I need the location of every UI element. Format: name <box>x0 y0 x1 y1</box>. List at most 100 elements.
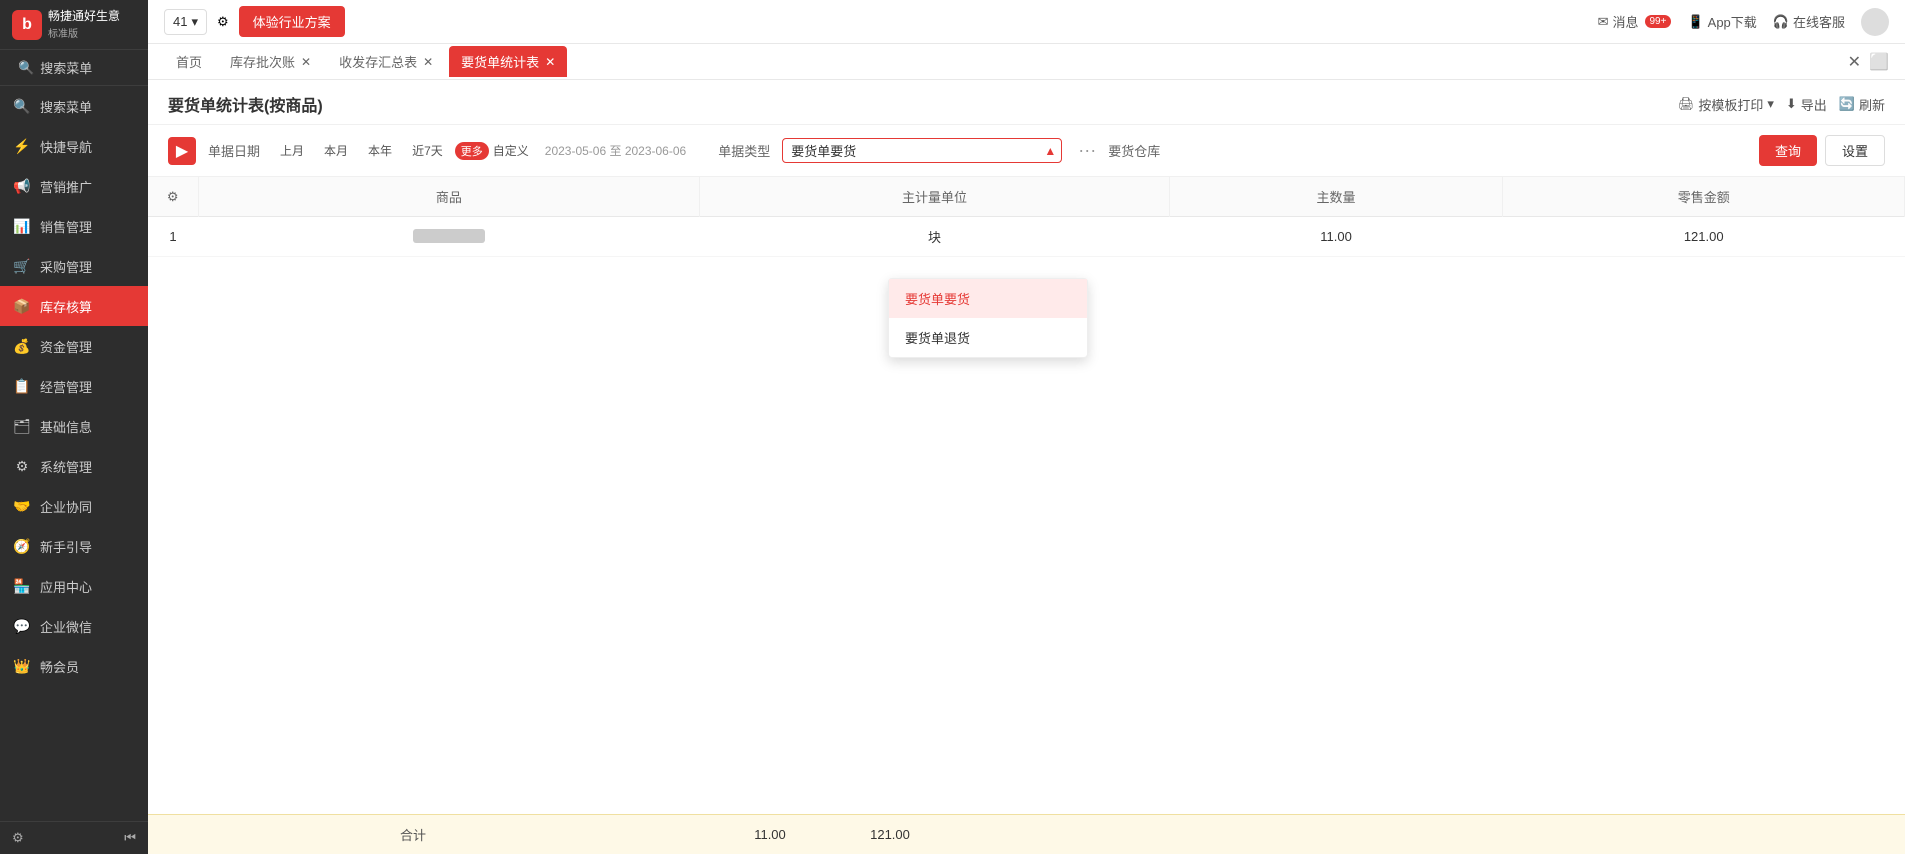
footer-total-label: 合计 <box>360 825 580 844</box>
table-settings-icon[interactable]: ⚙ <box>167 189 179 204</box>
query-button[interactable]: 查询 <box>1759 135 1817 166</box>
topbar-right: ✉ 消息 99+ 📱 App下载 🎧 在线客服 <box>1598 8 1889 36</box>
sidebar-item-appstore[interactable]: 🏪 应用中心 <box>0 566 148 606</box>
sidebar-item-label-quicknav: 快捷导航 <box>40 137 92 156</box>
cell-quantity: 11.00 <box>1169 217 1503 257</box>
tab-order_stats[interactable]: 要货单统计表✕ <box>449 46 567 77</box>
last-month-button[interactable]: 上月 <box>272 139 312 162</box>
app-download-label: App下载 <box>1708 12 1757 31</box>
type-filter-label: 单据类型 <box>718 141 770 160</box>
date-more-badge[interactable]: 更多 <box>455 142 489 160</box>
tab-close-all-icon[interactable]: ✕ <box>1848 52 1861 72</box>
tab-maximize-icon[interactable]: ⬜ <box>1869 52 1889 72</box>
enterprise-icon: 🤝 <box>12 496 32 516</box>
sidebar-item-basic[interactable]: 🗂 基础信息 <box>0 406 148 446</box>
custom-date-button[interactable]: 自定义 <box>493 142 529 159</box>
collapse-icon[interactable]: ⏮ <box>124 830 136 846</box>
page-title: 要货单统计表(按商品) <box>168 92 323 116</box>
topbar-settings-icon[interactable]: ⚙ <box>217 14 229 30</box>
sidebar-item-search[interactable]: 🔍 搜索菜单 <box>0 86 148 126</box>
refresh-label: 刷新 <box>1859 95 1885 114</box>
filter-actions: 查询 设置 <box>1759 135 1885 166</box>
sidebar-item-system[interactable]: ⚙ 系统管理 <box>0 446 148 486</box>
filter-more-button[interactable]: ··· <box>1078 140 1096 161</box>
messages-notification[interactable]: ✉ 消息 99+ <box>1598 12 1672 31</box>
this-year-button[interactable]: 本年 <box>360 139 400 162</box>
phone-icon: 📱 <box>1687 14 1703 30</box>
tab-batch[interactable]: 库存批次账 ✕ <box>218 46 323 77</box>
cell-unit: 块 <box>700 217 1169 257</box>
user-avatar[interactable] <box>1861 8 1889 36</box>
sidebar-bottom: ⚙ ⏮ <box>0 821 148 854</box>
messages-icon: ✉ <box>1598 14 1609 30</box>
col-settings[interactable]: ⚙ <box>148 177 198 217</box>
date-display: 2023-05-06 至 2023-06-06 <box>545 142 686 159</box>
settings-icon[interactable]: ⚙ <box>12 830 24 846</box>
sidebar-item-label-inventory: 库存核算 <box>40 297 92 316</box>
logo-sub: 标准版 <box>48 25 120 40</box>
this-month-button[interactable]: 本月 <box>316 139 356 162</box>
sidebar-item-label-enterprise: 企业协同 <box>40 497 92 516</box>
page-header: 要货单统计表(按商品) 🖨 按模板打印 ▾ ⬇ 导出 🔄 刷新 <box>148 80 1905 125</box>
sidebar-search[interactable]: 🔍 搜索菜单 <box>0 50 148 86</box>
topbar-dropdown-num: 41 <box>173 14 187 29</box>
sidebar-item-label-search: 搜索菜单 <box>40 97 92 116</box>
basic-icon: 🗂 <box>12 416 32 436</box>
operation-icon: 📋 <box>12 376 32 396</box>
app-download[interactable]: 📱 App下载 <box>1687 12 1756 31</box>
page-content: 要货单统计表(按商品) 🖨 按模板打印 ▾ ⬇ 导出 🔄 刷新 ▶ <box>148 80 1905 854</box>
trial-button[interactable]: 体验行业方案 <box>239 6 345 37</box>
sidebar-item-sales[interactable]: 📊 销售管理 <box>0 206 148 246</box>
tab-close-batch[interactable]: ✕ <box>301 55 311 69</box>
sidebar-item-member[interactable]: 👑 畅会员 <box>0 646 148 686</box>
sidebar-item-finance[interactable]: 💰 资金管理 <box>0 326 148 366</box>
sidebar-item-inventory[interactable]: 📦 库存核算 <box>0 286 148 326</box>
sidebar-item-operation[interactable]: 📋 经营管理 <box>0 366 148 406</box>
sidebar-item-wechat[interactable]: 💬 企业微信 <box>0 606 148 646</box>
sidebar-item-purchase[interactable]: 🛒 采购管理 <box>0 246 148 286</box>
logo-icon: b <box>12 10 42 40</box>
date-buttons: 上月 本月 本年 近7天 更多 自定义 <box>272 139 529 162</box>
topbar: 41 ▾ ⚙ 体验行业方案 ✉ 消息 99+ 📱 App下载 🎧 在线客服 <box>148 0 1905 44</box>
member-icon: 👑 <box>12 656 32 676</box>
tab-receivable[interactable]: 收发存汇总表✕ <box>327 46 445 77</box>
print-button[interactable]: 🖨 按模板打印 ▾ <box>1678 95 1774 114</box>
col-unit: 主计量单位 <box>700 177 1169 217</box>
tab-close-receivable[interactable]: ✕ <box>423 55 433 69</box>
col-quantity: 主数量 <box>1169 177 1503 217</box>
sidebar-item-label-system: 系统管理 <box>40 457 92 476</box>
finance-icon: 💰 <box>12 336 32 356</box>
chevron-down-icon: ▾ <box>1767 96 1774 112</box>
online-service[interactable]: 🎧 在线客服 <box>1773 12 1845 31</box>
purchase-icon: 🛒 <box>12 256 32 276</box>
quicknav-icon: ⚡ <box>12 136 32 156</box>
type-filter-chevron-icon[interactable]: ▲ <box>1044 144 1056 158</box>
sidebar-item-label-guide: 新手引导 <box>40 537 92 556</box>
sidebar-item-label-finance: 资金管理 <box>40 337 92 356</box>
export-button[interactable]: ⬇ 导出 <box>1786 95 1827 114</box>
tab-label-batch: 库存批次账 <box>230 52 295 71</box>
refresh-button[interactable]: 🔄 刷新 <box>1839 95 1885 114</box>
table-footer: 合计 11.00 121.00 <box>148 814 1905 854</box>
sidebar-item-quicknav[interactable]: ⚡ 快捷导航 <box>0 126 148 166</box>
sidebar-item-label-member: 畅会员 <box>40 657 79 676</box>
dropdown-option-order_return[interactable]: 要货单退货 <box>889 318 1087 357</box>
sidebar-item-marketing[interactable]: 📢 营销推广 <box>0 166 148 206</box>
messages-label: 消息 <box>1612 12 1638 31</box>
sidebar-item-label-appstore: 应用中心 <box>40 577 92 596</box>
cell-num: 1 <box>148 217 198 257</box>
table-container: ⚙ 商品 主计量单位 主数量 零售金额 1 块 11.00 121.00 <box>148 177 1905 257</box>
tab-close-order_stats[interactable]: ✕ <box>545 55 555 69</box>
settings-button[interactable]: 设置 <box>1825 135 1885 166</box>
type-filter-input[interactable] <box>782 138 1062 163</box>
dropdown-option-order_purchase[interactable]: 要货单要货 <box>889 279 1087 318</box>
topbar-dropdown[interactable]: 41 ▾ <box>164 9 207 35</box>
sidebar-item-label-marketing: 营销推广 <box>40 177 92 196</box>
tab-home[interactable]: 首页 <box>164 46 214 77</box>
filter-expand-button[interactable]: ▶ <box>168 137 196 165</box>
sidebar-item-enterprise[interactable]: 🤝 企业协同 <box>0 486 148 526</box>
export-icon: ⬇ <box>1786 96 1797 112</box>
sidebar-item-guide[interactable]: 🧭 新手引导 <box>0 526 148 566</box>
last-7days-button[interactable]: 近7天 <box>404 139 451 162</box>
messages-badge: 99+ <box>1645 15 1672 28</box>
